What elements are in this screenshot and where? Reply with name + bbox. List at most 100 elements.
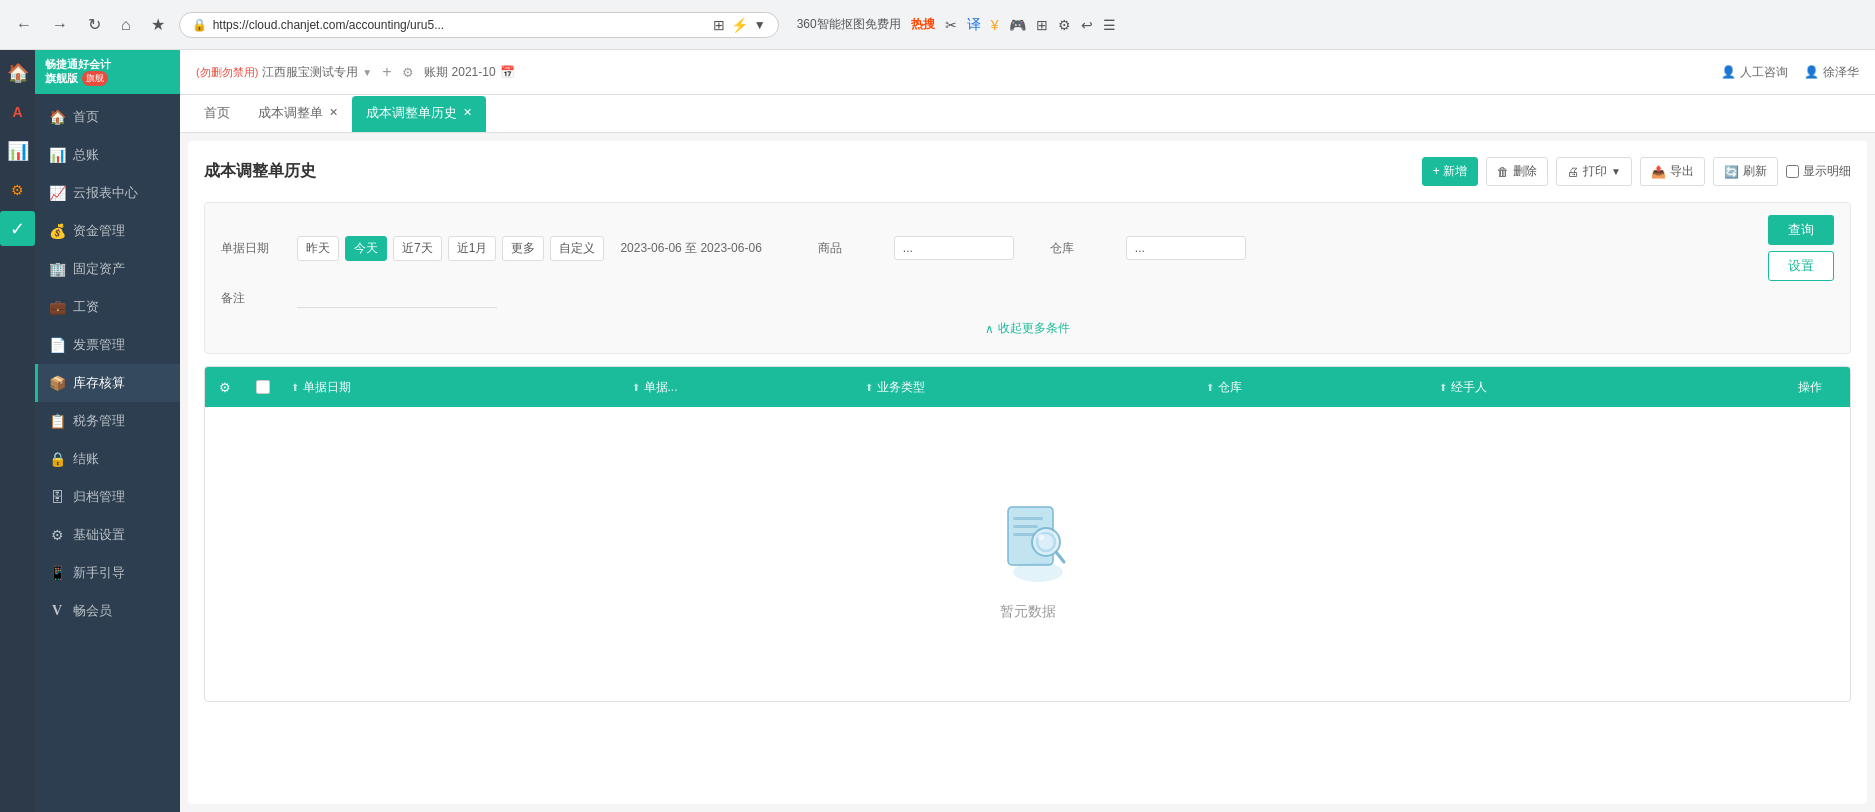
delete-label: 删除 bbox=[1513, 163, 1537, 180]
print-label: 打印 bbox=[1583, 163, 1607, 180]
dropdown-icon[interactable]: ▼ bbox=[754, 18, 766, 32]
th-biz-type[interactable]: ⬆ 业务类型 bbox=[855, 379, 1196, 396]
inventory-icon: 📦 bbox=[49, 375, 65, 391]
tab-cost-adjust-history-label: 成本调整单历史 bbox=[366, 104, 457, 122]
undo-icon[interactable]: ↩ bbox=[1081, 17, 1093, 33]
sidebar-item-funds-label: 资金管理 bbox=[73, 222, 125, 240]
report-icon: 📈 bbox=[49, 185, 65, 201]
sidebar-item-settings[interactable]: ⚙ 基础设置 bbox=[35, 516, 180, 554]
url-text: https://cloud.chanjet.com/accounting/uru… bbox=[213, 18, 444, 32]
period-value: 2021-10 bbox=[452, 65, 496, 79]
th-warehouse[interactable]: ⬆ 仓库 bbox=[1196, 379, 1430, 396]
query-button[interactable]: 查询 bbox=[1768, 215, 1834, 245]
sidebar-item-settlement-label: 结账 bbox=[73, 450, 99, 468]
sidebar-item-salary[interactable]: 💼 工资 bbox=[35, 288, 180, 326]
wallet-icon[interactable]: ¥ bbox=[991, 17, 999, 33]
date-today-btn[interactable]: 今天 bbox=[345, 236, 387, 261]
home-button[interactable]: ⌂ bbox=[115, 12, 137, 38]
th-biz-type-label: 业务类型 bbox=[877, 379, 925, 396]
date-yesterday-btn[interactable]: 昨天 bbox=[297, 236, 339, 261]
table-settings-icon[interactable]: ⚙ bbox=[205, 380, 245, 395]
sidebar-item-vip[interactable]: V 畅会员 bbox=[35, 592, 180, 630]
star-button[interactable]: ★ bbox=[145, 11, 171, 38]
tab-cost-adjust[interactable]: 成本调整单 ✕ bbox=[244, 96, 352, 132]
export-icon: 📤 bbox=[1651, 165, 1666, 179]
add-button[interactable]: + 新增 bbox=[1422, 157, 1478, 186]
user-profile-btn[interactable]: 👤 徐泽华 bbox=[1804, 64, 1859, 81]
calendar-icon[interactable]: 📅 bbox=[500, 65, 515, 79]
sort-icon-2: ⬆ bbox=[632, 382, 640, 393]
date-custom-btn[interactable]: 自定义 bbox=[550, 236, 604, 261]
sidebar-item-inventory[interactable]: 📦 库存核算 bbox=[35, 364, 180, 402]
back-button[interactable]: ← bbox=[10, 12, 38, 38]
sidebar-item-invoice-label: 发票管理 bbox=[73, 336, 125, 354]
lightning-icon[interactable]: ⚡ bbox=[731, 17, 748, 33]
sidebar-item-invoice[interactable]: 📄 发票管理 bbox=[35, 326, 180, 364]
icon-bar-home[interactable]: 🏠 bbox=[0, 55, 35, 90]
sidebar-item-funds[interactable]: 💰 资金管理 bbox=[35, 212, 180, 250]
game-icon[interactable]: 🎮 bbox=[1009, 17, 1026, 33]
show-cols-checkbox[interactable] bbox=[1786, 165, 1799, 178]
tab-cost-adjust-close[interactable]: ✕ bbox=[329, 106, 338, 119]
table-header-checkbox[interactable] bbox=[245, 380, 281, 394]
show-cols-checkbox-container[interactable]: 显示明细 bbox=[1786, 163, 1851, 180]
icon-bar-item-3[interactable]: 📊 bbox=[0, 133, 35, 168]
notes-input[interactable] bbox=[297, 289, 497, 308]
scissors-icon[interactable]: ✂ bbox=[945, 17, 957, 33]
date-1month-btn[interactable]: 近1月 bbox=[448, 236, 497, 261]
th-warehouse-label: 仓库 bbox=[1218, 379, 1242, 396]
main-content: (勿删勿禁用) 江西服宝测试专用 ▼ + ⚙ 账期 2021-10 📅 👤 人工… bbox=[180, 50, 1875, 812]
sidebar-item-inventory-label: 库存核算 bbox=[73, 374, 125, 392]
app-container: 🏠 A 📊 ⚙ ✓ 畅捷通好会计 旗舰版 旗舰 🏠 首页 📊 总账 bbox=[0, 50, 1875, 812]
date-more-btn[interactable]: 更多 bbox=[502, 236, 544, 261]
sidebar-item-ledger[interactable]: 📊 总账 bbox=[35, 136, 180, 174]
icon-bar-orange[interactable]: ⚙ bbox=[0, 172, 35, 207]
sidebar-item-guide[interactable]: 📱 新手引导 bbox=[35, 554, 180, 592]
sidebar-logo-line2: 旗舰版 bbox=[45, 72, 78, 85]
sidebar-item-assets[interactable]: 🏢 固定资产 bbox=[35, 250, 180, 288]
menu-icon[interactable]: ☰ bbox=[1103, 17, 1116, 33]
invoice-icon: 📄 bbox=[49, 337, 65, 353]
empty-text: 暂元数据 bbox=[1000, 603, 1056, 621]
tab-cost-adjust-history-close[interactable]: ✕ bbox=[463, 106, 472, 119]
sidebar-item-home[interactable]: 🏠 首页 bbox=[35, 98, 180, 136]
add-company-btn[interactable]: + bbox=[382, 63, 391, 81]
warehouse-selector[interactable]: ... bbox=[1126, 236, 1246, 260]
icon-bar-red[interactable]: A bbox=[0, 94, 35, 129]
settings-icon-top[interactable]: ⚙ bbox=[402, 65, 414, 80]
top-bar-right: 👤 人工咨询 👤 徐泽华 bbox=[1721, 64, 1859, 81]
address-bar[interactable]: 🔒 https://cloud.chanjet.com/accounting/u… bbox=[179, 12, 779, 38]
sidebar-item-settlement[interactable]: 🔒 结账 bbox=[35, 440, 180, 478]
translate-icon[interactable]: 译 bbox=[967, 16, 981, 34]
delete-button[interactable]: 🗑 删除 bbox=[1486, 157, 1548, 186]
th-doc-no[interactable]: ⬆ 单据... bbox=[622, 379, 856, 396]
table-container: ⚙ ⬆ 单据日期 ⬆ 单据... ⬆ 业务类型 bbox=[204, 366, 1851, 702]
print-button[interactable]: 🖨 打印 ▼ bbox=[1556, 157, 1632, 186]
settings-nav-icon: ⚙ bbox=[49, 527, 65, 543]
sidebar-item-report[interactable]: 📈 云报表中心 bbox=[35, 174, 180, 212]
date-7days-btn[interactable]: 近7天 bbox=[393, 236, 442, 261]
browser-apps-icon[interactable]: ⊞ bbox=[713, 17, 725, 33]
company-selector[interactable]: (勿删勿禁用) 江西服宝测试专用 ▼ bbox=[196, 64, 372, 81]
filter-settings-btn[interactable]: 设置 bbox=[1768, 251, 1834, 281]
refresh-button[interactable]: ↻ bbox=[82, 11, 107, 38]
consulting-btn[interactable]: 👤 人工咨询 bbox=[1721, 64, 1788, 81]
refresh-icon: 🔄 bbox=[1724, 165, 1739, 179]
th-date[interactable]: ⬆ 单据日期 bbox=[281, 379, 622, 396]
grid-icon[interactable]: ⊞ bbox=[1036, 17, 1048, 33]
export-button[interactable]: 📤 导出 bbox=[1640, 157, 1705, 186]
icon-bar-green[interactable]: ✓ bbox=[0, 211, 35, 246]
company-name: 江西服宝测试专用 bbox=[262, 64, 358, 81]
collapse-button[interactable]: ∧ 收起更多条件 bbox=[977, 316, 1078, 341]
refresh-button-page[interactable]: 🔄 刷新 bbox=[1713, 157, 1778, 186]
tab-cost-adjust-history[interactable]: 成本调整单历史 ✕ bbox=[352, 96, 486, 132]
settings-icon[interactable]: ⚙ bbox=[1058, 17, 1071, 33]
tab-home[interactable]: 首页 bbox=[190, 96, 244, 132]
forward-button[interactable]: → bbox=[46, 12, 74, 38]
sidebar-item-tax[interactable]: 📋 税务管理 bbox=[35, 402, 180, 440]
ledger-icon: 📊 bbox=[49, 147, 65, 163]
select-all-checkbox[interactable] bbox=[256, 380, 270, 394]
goods-selector[interactable]: ... bbox=[894, 236, 1014, 260]
sidebar-item-archive[interactable]: 🗄 归档管理 bbox=[35, 478, 180, 516]
th-handler[interactable]: ⬆ 经手人 bbox=[1429, 379, 1770, 396]
